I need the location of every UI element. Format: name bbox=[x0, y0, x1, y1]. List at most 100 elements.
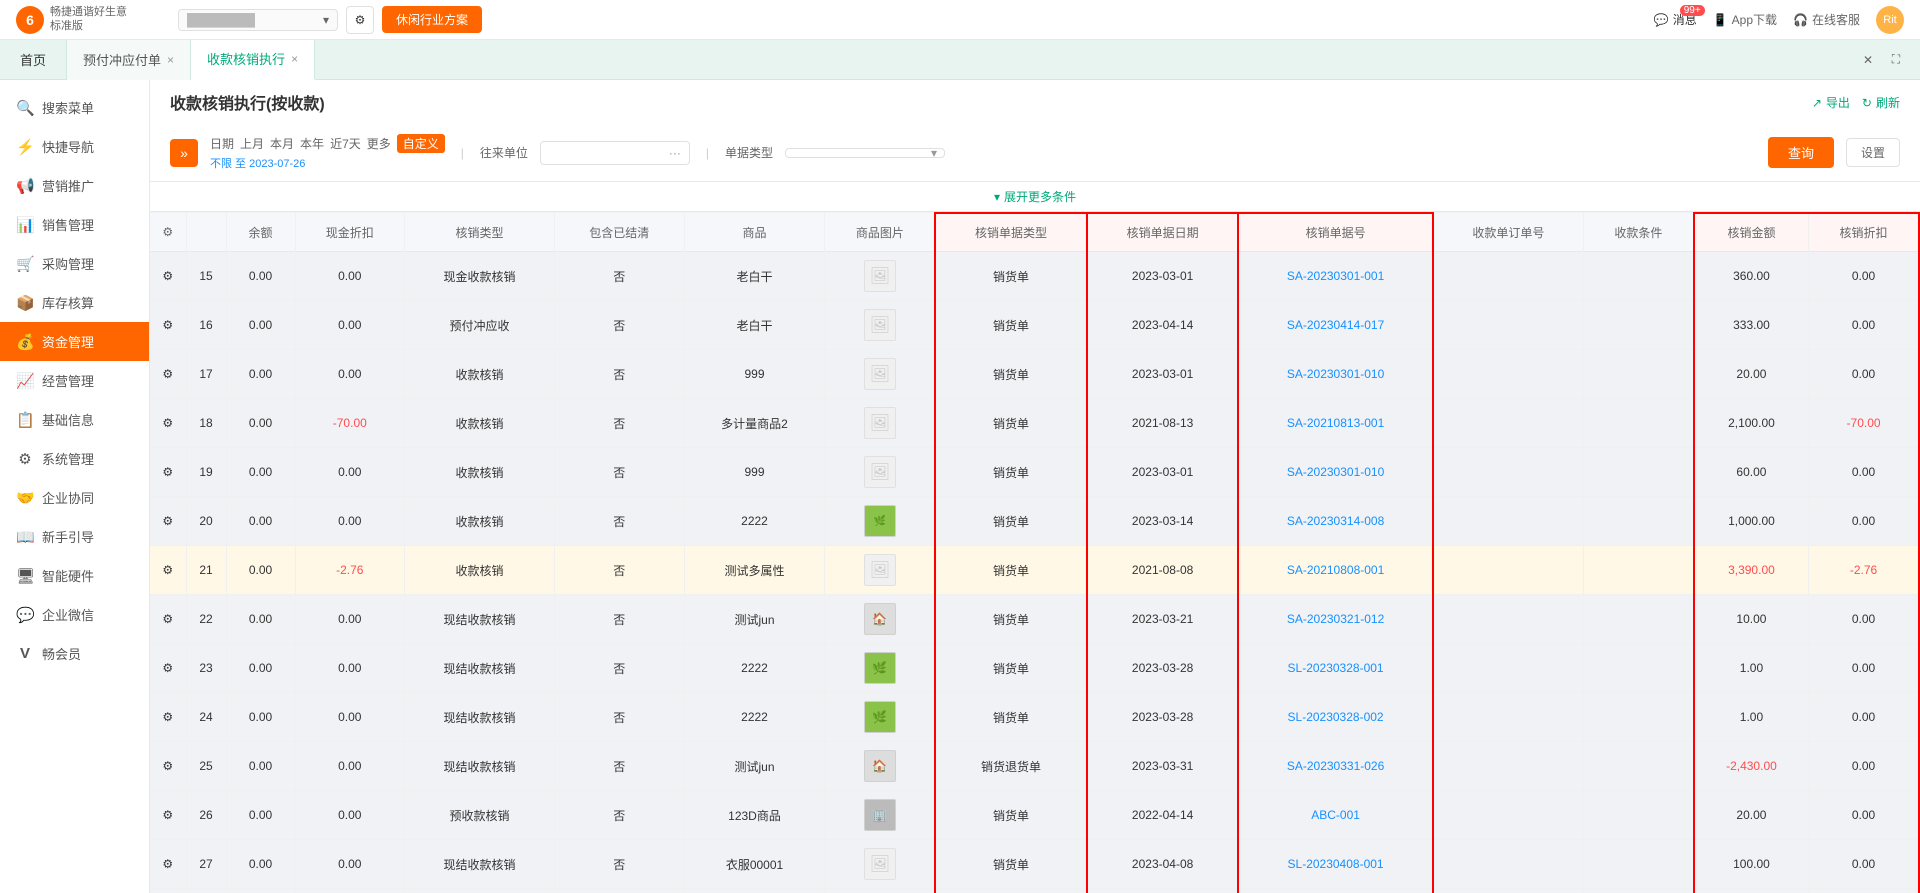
col-cash-discount: 现金折扣 bbox=[295, 213, 404, 252]
row-settings[interactable]: ⚙ bbox=[150, 301, 186, 350]
sidebar-item-base[interactable]: 📋 基础信息 bbox=[0, 400, 149, 439]
setting-button[interactable]: 设置 bbox=[1846, 138, 1900, 167]
row-settings[interactable]: ⚙ bbox=[150, 448, 186, 497]
refresh-button[interactable]: ↻ 刷新 bbox=[1862, 94, 1900, 111]
sidebar-item-vip[interactable]: V 畅会员 bbox=[0, 634, 149, 673]
row-verify-bill-type: 销货退货单 bbox=[935, 742, 1087, 791]
table-row: ⚙ 24 0.00 0.00 现结收款核销 否 2222 🌿 销货单 2023-… bbox=[150, 693, 1919, 742]
partner-dots[interactable]: ··· bbox=[669, 146, 681, 160]
user-avatar[interactable]: Rit bbox=[1876, 6, 1904, 34]
row-settings[interactable]: ⚙ bbox=[150, 546, 186, 595]
row-verify-amount: 3,390.00 bbox=[1694, 546, 1809, 595]
product-image: 🖼 bbox=[864, 358, 896, 390]
row-settings[interactable]: ⚙ bbox=[150, 350, 186, 399]
row-verify-bill-no: SA-20210808-001 bbox=[1238, 546, 1432, 595]
sidebar-item-operation[interactable]: 📈 经营管理 bbox=[0, 361, 149, 400]
row-verify-bill-date: 2023-03-01 bbox=[1087, 350, 1239, 399]
sidebar-item-finance[interactable]: 💰 资金管理 bbox=[0, 322, 149, 361]
row-settings[interactable]: ⚙ bbox=[150, 742, 186, 791]
export-button[interactable]: ↗ 导出 bbox=[1812, 94, 1850, 111]
date-more[interactable]: 更多 bbox=[367, 135, 391, 152]
sidebar-item-purchase[interactable]: 🛒 采购管理 bbox=[0, 244, 149, 283]
company-selector[interactable]: ████████ ▾ bbox=[178, 9, 338, 31]
row-product-img: 🌿 bbox=[825, 644, 935, 693]
row-verify-type: 收款核销 bbox=[405, 448, 555, 497]
row-verify-amount: 2,100.00 bbox=[1694, 399, 1809, 448]
row-settings[interactable]: ⚙ bbox=[150, 693, 186, 742]
row-settings[interactable]: ⚙ bbox=[150, 595, 186, 644]
tab-verify[interactable]: 收款核销执行 × bbox=[191, 40, 315, 80]
bill-type-label: 单据类型 bbox=[725, 144, 773, 161]
app-download-link[interactable]: 📱 App下载 bbox=[1713, 11, 1777, 28]
tab-maximize[interactable]: ⛶ bbox=[1884, 48, 1908, 72]
row-settings[interactable]: ⚙ bbox=[150, 889, 186, 893]
tab-prepay[interactable]: 预付冲应付单 × bbox=[67, 40, 191, 80]
date-this-month[interactable]: 本月 bbox=[270, 135, 294, 152]
settings-button[interactable]: ⚙ bbox=[346, 6, 374, 34]
main-layout: 🔍 搜索菜单 ⚡ 快捷导航 📢 营销推广 📊 销售管理 🛒 采购管理 📦 库存核… bbox=[0, 80, 1920, 893]
row-product: 测试jun bbox=[684, 595, 825, 644]
row-cash-discount: 0.00 bbox=[295, 252, 404, 301]
expand-more-label: 展开更多条件 bbox=[1004, 188, 1076, 205]
col-product: 商品 bbox=[684, 213, 825, 252]
tab-home[interactable]: 首页 bbox=[0, 40, 67, 80]
row-verify-discount: 0.00 bbox=[1809, 350, 1919, 399]
tab-close-window[interactable]: ✕ bbox=[1856, 48, 1880, 72]
row-verify-amount: 10.00 bbox=[1694, 595, 1809, 644]
partner-input[interactable]: ··· bbox=[540, 141, 690, 165]
sidebar-item-guide[interactable]: 📖 新手引导 bbox=[0, 517, 149, 556]
col-settings[interactable]: ⚙ bbox=[150, 213, 186, 252]
row-balance: 0.00 bbox=[226, 399, 295, 448]
sidebar-item-hardware[interactable]: 🖥 智能硬件 bbox=[0, 556, 149, 595]
row-verify-bill-date: 2022-04-14 bbox=[1087, 791, 1239, 840]
row-settings[interactable]: ⚙ bbox=[150, 399, 186, 448]
expand-more-conditions[interactable]: ▾ 展开更多条件 bbox=[150, 182, 1920, 212]
date-this-year[interactable]: 本年 bbox=[300, 135, 324, 152]
query-button[interactable]: 查询 bbox=[1768, 137, 1834, 168]
sidebar-item-nav[interactable]: ⚡ 快捷导航 bbox=[0, 127, 149, 166]
row-receipt-order bbox=[1433, 301, 1584, 350]
sidebar-item-sales[interactable]: 📊 销售管理 bbox=[0, 205, 149, 244]
filter-expand-button[interactable]: » bbox=[170, 139, 198, 167]
row-settings[interactable]: ⚙ bbox=[150, 497, 186, 546]
sidebar-item-inventory[interactable]: 📦 库存核算 bbox=[0, 283, 149, 322]
row-verify-type: 收款核销 bbox=[405, 350, 555, 399]
page-title: 收款核销执行(按收款) bbox=[170, 90, 325, 114]
sidebar-item-wechat[interactable]: 💬 企业微信 bbox=[0, 595, 149, 634]
sidebar-item-search[interactable]: 🔍 搜索菜单 bbox=[0, 88, 149, 127]
row-product-img: 🖼 bbox=[825, 546, 935, 595]
row-settings[interactable]: ⚙ bbox=[150, 644, 186, 693]
bill-type-select[interactable] bbox=[785, 148, 945, 158]
row-receipt-condition bbox=[1583, 889, 1693, 893]
tab-prepay-close[interactable]: × bbox=[167, 54, 174, 66]
row-receipt-condition bbox=[1583, 448, 1693, 497]
online-service-link[interactable]: 🎧 在线客服 bbox=[1793, 11, 1860, 28]
row-settings[interactable]: ⚙ bbox=[150, 791, 186, 840]
message-button[interactable]: 💬 消息 99+ bbox=[1654, 11, 1697, 28]
row-verify-type: 现结收款核销 bbox=[405, 889, 555, 893]
row-verify-bill-date: 2023-04-14 bbox=[1087, 301, 1239, 350]
logo-icon: 6 bbox=[16, 6, 44, 34]
solution-button[interactable]: 休闲行业方案 bbox=[382, 6, 482, 33]
tab-verify-close[interactable]: × bbox=[291, 53, 298, 65]
date-7days[interactable]: 近7天 bbox=[330, 135, 361, 152]
sidebar-item-collab[interactable]: 🤝 企业协同 bbox=[0, 478, 149, 517]
expand-more-icon: ▾ bbox=[994, 190, 1000, 204]
date-custom[interactable]: 自定义 bbox=[397, 134, 445, 153]
purchase-icon: 🛒 bbox=[16, 255, 34, 273]
top-right: 💬 消息 99+ 📱 App下载 🎧 在线客服 Rit bbox=[1654, 6, 1904, 34]
sidebar-item-marketing[interactable]: 📢 营销推广 bbox=[0, 166, 149, 205]
row-product: 老白干 bbox=[684, 301, 825, 350]
sidebar-item-system[interactable]: ⚙ 系统管理 bbox=[0, 439, 149, 478]
product-image: 🏢 bbox=[864, 799, 896, 831]
date-last-month[interactable]: 上月 bbox=[240, 135, 264, 152]
row-settings[interactable]: ⚙ bbox=[150, 252, 186, 301]
row-seq: 17 bbox=[186, 350, 226, 399]
product-image: 🖼 bbox=[864, 260, 896, 292]
row-verify-discount: 0.00 bbox=[1809, 497, 1919, 546]
lightning-icon: ⚡ bbox=[16, 138, 34, 156]
row-verify-amount: 20.00 bbox=[1694, 791, 1809, 840]
row-settings[interactable]: ⚙ bbox=[150, 840, 186, 889]
row-verify-bill-type: 销货单 bbox=[935, 595, 1087, 644]
table-row: ⚙ 16 0.00 0.00 预付冲应收 否 老白干 🖼 销货单 2023-04… bbox=[150, 301, 1919, 350]
